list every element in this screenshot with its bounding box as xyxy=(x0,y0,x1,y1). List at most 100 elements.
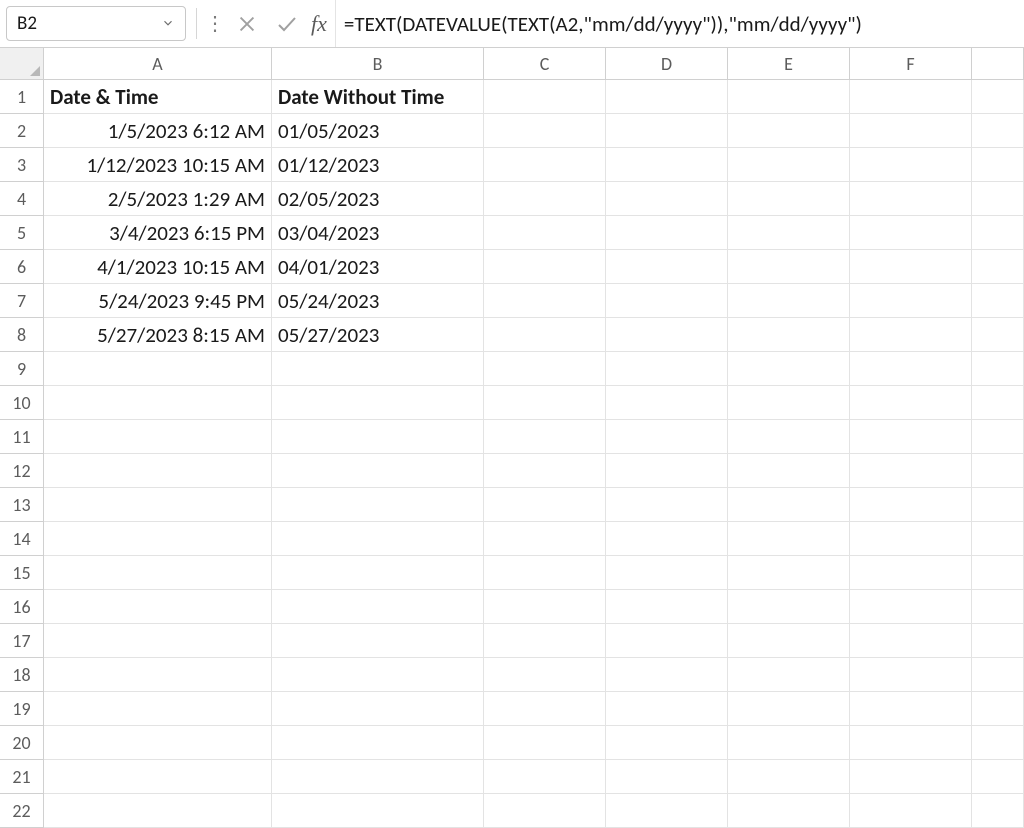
row-header[interactable]: 7 xyxy=(0,284,44,318)
cell-B14[interactable] xyxy=(272,522,484,556)
cell-E16[interactable] xyxy=(728,590,850,624)
cell-D13[interactable] xyxy=(606,488,728,522)
cell-E11[interactable] xyxy=(728,420,850,454)
cell-A19[interactable] xyxy=(44,692,272,726)
column-header-A[interactable]: A xyxy=(44,48,272,80)
cell-F16[interactable] xyxy=(850,590,972,624)
cell-B12[interactable] xyxy=(272,454,484,488)
cell-E1[interactable] xyxy=(728,80,850,114)
cell-A21[interactable] xyxy=(44,760,272,794)
cell-G20[interactable] xyxy=(972,726,1024,760)
cell-E8[interactable] xyxy=(728,318,850,352)
row-header[interactable]: 4 xyxy=(0,182,44,216)
cell-A22[interactable] xyxy=(44,794,272,828)
cell-G2[interactable] xyxy=(972,114,1024,148)
cell-G5[interactable] xyxy=(972,216,1024,250)
cell-C18[interactable] xyxy=(484,658,606,692)
cell-D14[interactable] xyxy=(606,522,728,556)
cell-C16[interactable] xyxy=(484,590,606,624)
cell-B21[interactable] xyxy=(272,760,484,794)
cell-C7[interactable] xyxy=(484,284,606,318)
cell-D2[interactable] xyxy=(606,114,728,148)
cell-G7[interactable] xyxy=(972,284,1024,318)
cancel-formula-button[interactable] xyxy=(227,0,267,47)
cell-E15[interactable] xyxy=(728,556,850,590)
cell-G15[interactable] xyxy=(972,556,1024,590)
cell-B7[interactable]: 05/24/2023 xyxy=(272,284,484,318)
cell-A2[interactable]: 1/5/2023 6:12 AM xyxy=(44,114,272,148)
cell-B20[interactable] xyxy=(272,726,484,760)
cell-F18[interactable] xyxy=(850,658,972,692)
cell-A12[interactable] xyxy=(44,454,272,488)
cell-B11[interactable] xyxy=(272,420,484,454)
cell-C20[interactable] xyxy=(484,726,606,760)
cell-F15[interactable] xyxy=(850,556,972,590)
row-header[interactable]: 18 xyxy=(0,658,44,692)
cell-C15[interactable] xyxy=(484,556,606,590)
cell-B1[interactable]: Date Without Time xyxy=(272,80,484,114)
cell-B16[interactable] xyxy=(272,590,484,624)
cell-G19[interactable] xyxy=(972,692,1024,726)
cell-G12[interactable] xyxy=(972,454,1024,488)
cell-E22[interactable] xyxy=(728,794,850,828)
select-all-corner[interactable] xyxy=(0,48,44,80)
cell-D9[interactable] xyxy=(606,352,728,386)
cell-F17[interactable] xyxy=(850,624,972,658)
cell-B19[interactable] xyxy=(272,692,484,726)
cell-E3[interactable] xyxy=(728,148,850,182)
cell-F5[interactable] xyxy=(850,216,972,250)
cell-B13[interactable] xyxy=(272,488,484,522)
cell-B22[interactable] xyxy=(272,794,484,828)
cell-F12[interactable] xyxy=(850,454,972,488)
cell-G14[interactable] xyxy=(972,522,1024,556)
cell-A8[interactable]: 5/27/2023 8:15 AM xyxy=(44,318,272,352)
cell-C4[interactable] xyxy=(484,182,606,216)
cell-D10[interactable] xyxy=(606,386,728,420)
cell-G10[interactable] xyxy=(972,386,1024,420)
cell-A20[interactable] xyxy=(44,726,272,760)
cell-E17[interactable] xyxy=(728,624,850,658)
cell-C14[interactable] xyxy=(484,522,606,556)
cell-E10[interactable] xyxy=(728,386,850,420)
cell-F20[interactable] xyxy=(850,726,972,760)
cell-D1[interactable] xyxy=(606,80,728,114)
cell-B10[interactable] xyxy=(272,386,484,420)
cell-C17[interactable] xyxy=(484,624,606,658)
cell-G6[interactable] xyxy=(972,250,1024,284)
cell-F13[interactable] xyxy=(850,488,972,522)
cell-A1[interactable]: Date & Time xyxy=(44,80,272,114)
cell-A14[interactable] xyxy=(44,522,272,556)
row-header[interactable]: 6 xyxy=(0,250,44,284)
row-header[interactable]: 15 xyxy=(0,556,44,590)
cell-D11[interactable] xyxy=(606,420,728,454)
cell-D5[interactable] xyxy=(606,216,728,250)
name-box[interactable]: B2 xyxy=(6,6,186,41)
cell-F6[interactable] xyxy=(850,250,972,284)
cell-E19[interactable] xyxy=(728,692,850,726)
cell-A15[interactable] xyxy=(44,556,272,590)
cell-G22[interactable] xyxy=(972,794,1024,828)
cell-C2[interactable] xyxy=(484,114,606,148)
cell-D22[interactable] xyxy=(606,794,728,828)
cell-C3[interactable] xyxy=(484,148,606,182)
cell-D17[interactable] xyxy=(606,624,728,658)
row-header[interactable]: 1 xyxy=(0,80,44,114)
row-header[interactable]: 20 xyxy=(0,726,44,760)
row-header[interactable]: 8 xyxy=(0,318,44,352)
cell-E4[interactable] xyxy=(728,182,850,216)
cell-D4[interactable] xyxy=(606,182,728,216)
cell-E13[interactable] xyxy=(728,488,850,522)
row-header[interactable]: 9 xyxy=(0,352,44,386)
cell-C10[interactable] xyxy=(484,386,606,420)
cell-F19[interactable] xyxy=(850,692,972,726)
cell-D20[interactable] xyxy=(606,726,728,760)
row-header[interactable]: 13 xyxy=(0,488,44,522)
column-header-overflow[interactable] xyxy=(972,48,1024,80)
cell-D7[interactable] xyxy=(606,284,728,318)
row-header[interactable]: 16 xyxy=(0,590,44,624)
cell-F14[interactable] xyxy=(850,522,972,556)
cell-B8[interactable]: 05/27/2023 xyxy=(272,318,484,352)
cell-A5[interactable]: 3/4/2023 6:15 PM xyxy=(44,216,272,250)
row-header[interactable]: 3 xyxy=(0,148,44,182)
column-header-B[interactable]: B xyxy=(272,48,484,80)
